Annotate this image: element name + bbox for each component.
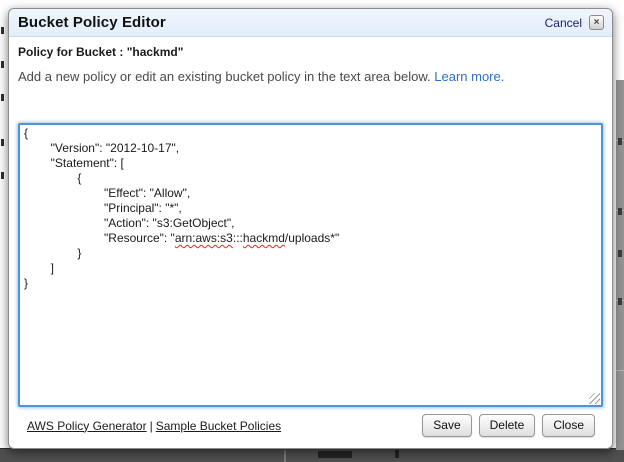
learn-more-link[interactable]: Learn more. (434, 69, 504, 84)
dialog-footer: AWS Policy Generator|Sample Bucket Polic… (18, 414, 603, 448)
background-text-fragment (1, 61, 4, 68)
description-label: Add a new policy or edit an existing buc… (18, 69, 434, 84)
background-text-fragment (395, 450, 399, 458)
background-text-fragment (618, 298, 622, 305)
footer-buttons: Save Delete Close (422, 414, 595, 437)
dialog-title: Bucket Policy Editor (18, 14, 166, 31)
resize-grip-icon[interactable] (589, 393, 600, 404)
background-text-fragment (618, 250, 622, 257)
background-text-fragment (318, 451, 352, 458)
background-text-fragment (1, 94, 4, 101)
save-button[interactable]: Save (422, 414, 471, 437)
close-button[interactable]: Close (542, 414, 595, 437)
background-text-fragment (618, 138, 622, 145)
bucket-policy-editor-dialog: Bucket Policy Editor Cancel × Policy for… (8, 8, 613, 449)
policy-bucket-subtitle: Policy for Bucket : "hackmd" (18, 45, 603, 59)
dialog-header: Bucket Policy Editor Cancel × (9, 9, 612, 37)
aws-policy-generator-link[interactable]: AWS Policy Generator (27, 419, 147, 433)
cancel-link[interactable]: Cancel (545, 16, 582, 30)
delete-button[interactable]: Delete (479, 414, 536, 437)
background-text-fragment (1, 172, 4, 179)
header-actions: Cancel × (545, 15, 604, 30)
description-text: Add a new policy or edit an existing buc… (18, 69, 603, 84)
policy-textarea[interactable]: { "Version": "2012-10-17", "Statement": … (18, 123, 603, 407)
background-text-fragment (1, 139, 4, 146)
close-icon[interactable]: × (589, 15, 604, 30)
background-divider (284, 450, 286, 462)
background-page-bottom (0, 448, 624, 462)
dialog-body: Policy for Bucket : "hackmd" Add a new p… (9, 37, 612, 448)
footer-links-separator: | (150, 419, 153, 433)
background-page-right (616, 80, 624, 450)
background-text-fragment (618, 208, 622, 215)
sample-bucket-policies-link[interactable]: Sample Bucket Policies (156, 419, 281, 433)
footer-links: AWS Policy Generator|Sample Bucket Polic… (27, 419, 281, 433)
background-text-fragment (1, 27, 4, 34)
